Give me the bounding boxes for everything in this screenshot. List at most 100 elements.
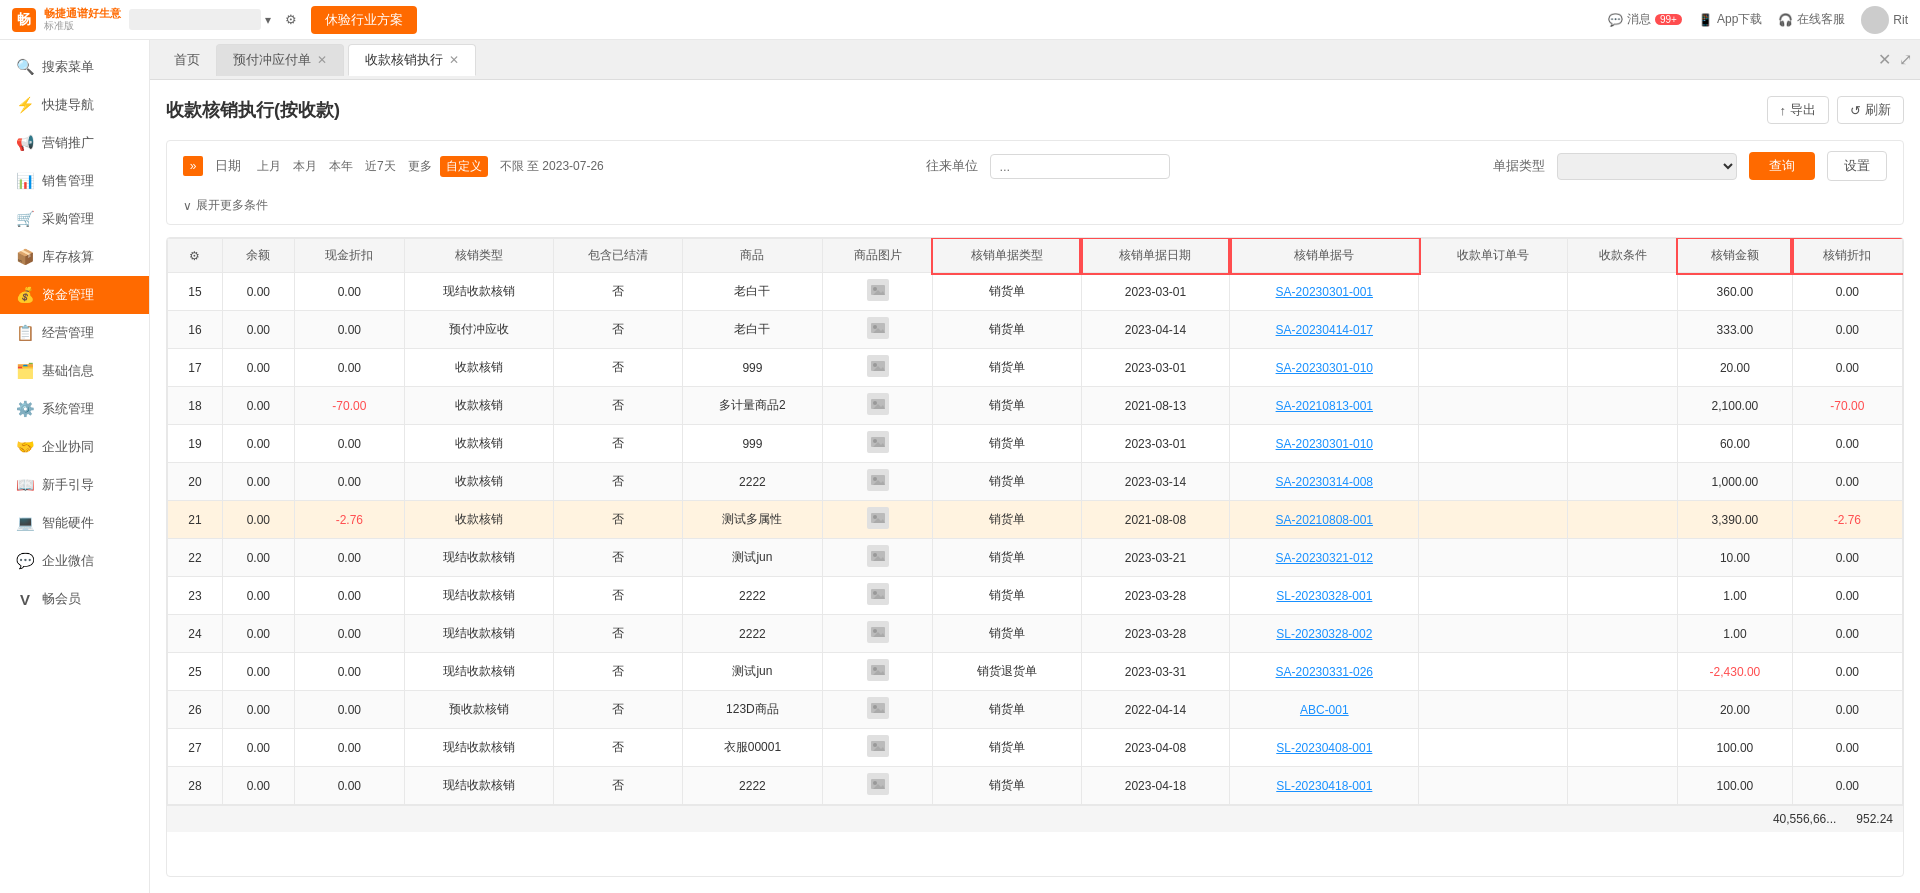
cell-bill-no[interactable]: SL-20230328-002 xyxy=(1230,615,1419,653)
cell-bill-no[interactable]: SA-20230321-012 xyxy=(1230,539,1419,577)
this-month-btn[interactable]: 本月 xyxy=(289,156,321,177)
cell-write-off-discount: -2.76 xyxy=(1792,501,1902,539)
cell-bill-no[interactable]: SL-20230328-001 xyxy=(1230,577,1419,615)
cell-goods-image xyxy=(822,767,932,805)
cell-bill-date: 2023-03-28 xyxy=(1081,577,1230,615)
sidebar-item-system[interactable]: ⚙️ 系统管理 xyxy=(0,390,149,428)
sidebar: 🔍 搜索菜单 ⚡ 快捷导航 📢 营销推广 📊 销售管理 🛒 采购管理 📦 库存核… xyxy=(0,40,150,893)
cell-write-off-amount: 3,390.00 xyxy=(1678,501,1793,539)
cell-write-off-type: 现结收款核销 xyxy=(404,539,553,577)
page-title: 收款核销执行(按收款) xyxy=(166,98,340,122)
expand-more-btn[interactable]: ∨ 展开更多条件 xyxy=(183,197,268,214)
sidebar-item-quick-nav[interactable]: ⚡ 快捷导航 xyxy=(0,86,149,124)
table-row: 22 0.00 0.00 现结收款核销 否 测试jun 销货单 2023-03-… xyxy=(168,539,1903,577)
cell-bill-type: 销货单 xyxy=(933,273,1082,311)
cell-receipt-condition xyxy=(1567,273,1677,311)
dropdown-chevron-icon: ▾ xyxy=(265,13,271,27)
sidebar-item-basic-info[interactable]: 🗂️ 基础信息 xyxy=(0,352,149,390)
custom-date-btn[interactable]: 自定义 xyxy=(440,156,488,177)
app-icon: 📱 xyxy=(1698,13,1713,27)
last-month-btn[interactable]: 上月 xyxy=(253,156,285,177)
sidebar-item-marketing[interactable]: 📢 营销推广 xyxy=(0,124,149,162)
cell-bill-no[interactable]: SA-20230414-017 xyxy=(1230,311,1419,349)
tab-maximize-btn[interactable]: ⤢ xyxy=(1899,50,1912,69)
tab-writeoff[interactable]: 收款核销执行 ✕ xyxy=(348,44,476,76)
cell-write-off-discount: 0.00 xyxy=(1792,615,1902,653)
cell-bill-type: 销货单 xyxy=(933,767,1082,805)
cell-goods-image xyxy=(822,273,932,311)
cell-write-off-discount: -70.00 xyxy=(1792,387,1902,425)
more-date-btn[interactable]: 更多 xyxy=(404,156,436,177)
top-bar-right: 💬 消息 99+ 📱 App下载 🎧 在线客服 Rit xyxy=(1608,6,1908,34)
query-btn[interactable]: 查询 xyxy=(1749,152,1815,180)
this-year-btn[interactable]: 本年 xyxy=(325,156,357,177)
sidebar-item-collab[interactable]: 🤝 企业协同 xyxy=(0,428,149,466)
cell-goods-image xyxy=(822,349,932,387)
bill-type-select[interactable] xyxy=(1557,153,1737,180)
th-cash-discount: 现金折扣 xyxy=(294,239,404,273)
refresh-btn[interactable]: ↺ 刷新 xyxy=(1837,96,1904,124)
cell-bill-no[interactable]: SA-20230301-010 xyxy=(1230,349,1419,387)
message-btn[interactable]: 💬 消息 99+ xyxy=(1608,11,1682,28)
sidebar-item-operations[interactable]: 📋 经营管理 xyxy=(0,314,149,352)
sidebar-item-finance[interactable]: 💰 资金管理 xyxy=(0,276,149,314)
cell-goods-image xyxy=(822,691,932,729)
settings-icon[interactable]: ⚙ xyxy=(279,8,303,32)
tab-close-btn[interactable]: ✕ xyxy=(1878,50,1891,69)
cell-bill-no[interactable]: SA-20210808-001 xyxy=(1230,501,1419,539)
writeoff-tab-close-icon[interactable]: ✕ xyxy=(449,53,459,67)
cell-bill-no[interactable]: SA-20230301-010 xyxy=(1230,425,1419,463)
cell-bill-date: 2021-08-08 xyxy=(1081,501,1230,539)
top-bar-left: 畅 畅捷通谱好生意 标准版 ▾ ⚙ 休验行业方案 xyxy=(12,6,1600,34)
sidebar-item-beginner[interactable]: 📖 新手引导 xyxy=(0,466,149,504)
cell-bill-type: 销货单 xyxy=(933,729,1082,767)
sidebar-item-label: 企业微信 xyxy=(42,552,94,570)
cell-write-off-discount: 0.00 xyxy=(1792,539,1902,577)
cell-write-off-discount: 0.00 xyxy=(1792,729,1902,767)
prepay-tab-close-icon[interactable]: ✕ xyxy=(317,53,327,67)
export-btn[interactable]: ↑ 导出 xyxy=(1767,96,1830,124)
cell-receipt-condition xyxy=(1567,311,1677,349)
sidebar-item-purchase[interactable]: 🛒 采购管理 xyxy=(0,200,149,238)
company-dropdown[interactable]: ▾ xyxy=(129,9,271,30)
tab-home[interactable]: 首页 xyxy=(158,44,216,76)
sidebar-item-inventory[interactable]: 📦 库存核算 xyxy=(0,238,149,276)
cell-write-off-type: 收款核销 xyxy=(404,425,553,463)
sidebar-item-wechat[interactable]: 💬 企业微信 xyxy=(0,542,149,580)
solution-btn[interactable]: 休验行业方案 xyxy=(311,6,417,34)
last-7days-btn[interactable]: 近7天 xyxy=(361,156,400,177)
cell-goods-image xyxy=(822,615,932,653)
online-service-btn[interactable]: 🎧 在线客服 xyxy=(1778,11,1845,28)
cell-goods: 测试多属性 xyxy=(682,501,822,539)
cell-bill-no[interactable]: SL-20230418-001 xyxy=(1230,767,1419,805)
th-settings: ⚙ xyxy=(168,239,223,273)
sidebar-item-hardware[interactable]: 💻 智能硬件 xyxy=(0,504,149,542)
svg-point-6 xyxy=(873,325,877,329)
cell-receipt-order-no xyxy=(1419,425,1568,463)
sidebar-item-label: 企业协同 xyxy=(42,438,94,456)
user-menu[interactable]: Rit xyxy=(1861,6,1908,34)
cell-bill-no[interactable]: SA-20230301-001 xyxy=(1230,273,1419,311)
from-unit-input[interactable] xyxy=(990,154,1170,179)
sidebar-item-sales[interactable]: 📊 销售管理 xyxy=(0,162,149,200)
expand-arrow-btn[interactable]: » xyxy=(183,156,203,176)
sidebar-item-member[interactable]: V 畅会员 xyxy=(0,580,149,618)
cell-balance: 0.00 xyxy=(222,729,294,767)
table-row: 26 0.00 0.00 预收款核销 否 123D商品 销货单 2022-04-… xyxy=(168,691,1903,729)
cell-bill-no[interactable]: SA-20230314-008 xyxy=(1230,463,1419,501)
cell-bill-no[interactable]: SA-20230331-026 xyxy=(1230,653,1419,691)
tab-prepay[interactable]: 预付冲应付单 ✕ xyxy=(216,44,344,76)
sidebar-item-search[interactable]: 🔍 搜索菜单 xyxy=(0,48,149,86)
cell-cash-discount: 0.00 xyxy=(294,691,404,729)
cell-bill-no[interactable]: SL-20230408-001 xyxy=(1230,729,1419,767)
cell-cash-discount: 0.00 xyxy=(294,463,404,501)
cell-write-off-amount: 10.00 xyxy=(1678,539,1793,577)
setting-btn[interactable]: 设置 xyxy=(1827,151,1887,181)
member-icon: V xyxy=(16,590,34,608)
svg-point-50 xyxy=(873,743,877,747)
cell-bill-no[interactable]: SA-20210813-001 xyxy=(1230,387,1419,425)
cell-bill-no[interactable]: ABC-001 xyxy=(1230,691,1419,729)
cell-write-off-amount: 1.00 xyxy=(1678,577,1793,615)
app-download-btn[interactable]: 📱 App下载 xyxy=(1698,11,1762,28)
th-write-off-type: 核销类型 xyxy=(404,239,553,273)
